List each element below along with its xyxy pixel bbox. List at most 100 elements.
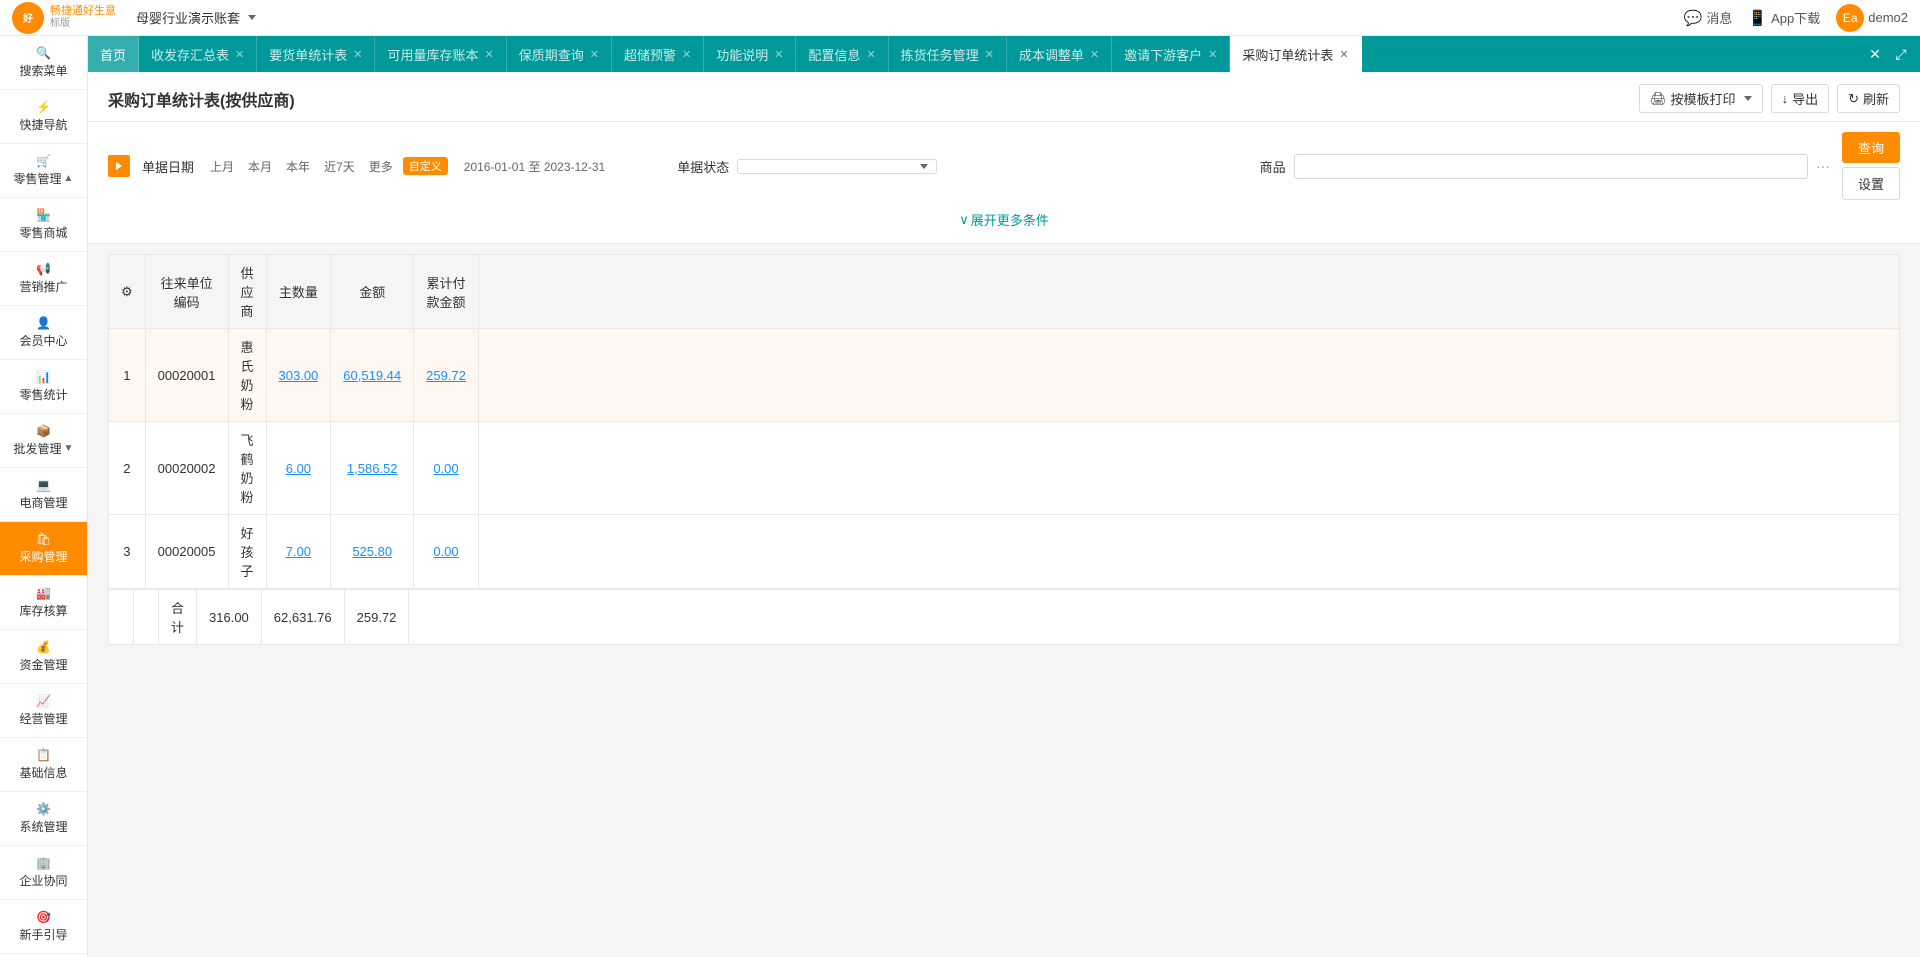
tab-pick-task-label: 拣货任务管理 [901, 45, 979, 64]
tab-invite-downstream-close[interactable]: ✕ [1208, 48, 1217, 61]
sidebar-item-operations[interactable]: 📈 经营管理 [0, 684, 87, 738]
row2-qty[interactable]: 6.00 [266, 422, 331, 515]
template-print-button[interactable]: 🖨 按模板打印 [1639, 84, 1763, 113]
query-button[interactable]: 查询 [1842, 132, 1900, 163]
table-col-qty: 主数量 [266, 255, 331, 329]
tab-order-stat-label: 要货单统计表 [269, 45, 347, 64]
row3-amount[interactable]: 525.80 [331, 515, 414, 589]
table-row: 1 00020001 惠氏奶粉 303.00 60,519.44 259.72 [109, 329, 1900, 422]
sidebar-item-system[interactable]: ⚙️ 系统管理 [0, 792, 87, 846]
goods-input-more-icon[interactable]: ··· [1816, 158, 1830, 174]
sidebar: 🔍 搜索菜单 ⚡ 快捷导航 🛒 零售管理 ▲ 🏪 零售商城 📢 营销推广 👤 会… [0, 36, 88, 957]
refresh-button[interactable]: ↻ 刷新 [1837, 84, 1900, 113]
expand-filters-button[interactable]: ∨ 展开更多条件 [108, 206, 1900, 233]
table-area: ⚙ 往来单位编码 供应商 主数量 金额 累计付款金额 1 00020001 [88, 244, 1920, 957]
row3-qty[interactable]: 7.00 [266, 515, 331, 589]
tab-receive-pay[interactable]: 收发存汇总表 ✕ [139, 36, 257, 72]
tab-pick-task[interactable]: 拣货任务管理 ✕ [889, 36, 1007, 72]
table-col-code: 往来单位编码 [145, 255, 228, 329]
row1-supplier: 惠氏奶粉 [228, 329, 266, 422]
row1-amount[interactable]: 60,519.44 [331, 329, 414, 422]
tab-invite-downstream-label: 邀请下游客户 [1124, 45, 1202, 64]
table-col-supplier: 供应商 [228, 255, 266, 329]
tab-function-desc-close[interactable]: ✕ [774, 48, 783, 61]
filter-toggle-button[interactable] [108, 155, 130, 177]
row2-amount[interactable]: 1,586.52 [331, 422, 414, 515]
tab-home[interactable]: 首页 [88, 36, 139, 72]
tab-cost-adjust-close[interactable]: ✕ [1090, 48, 1099, 61]
sidebar-item-newbie[interactable]: 🎯 新手引导 [0, 900, 87, 954]
sidebar-item-retail-stat[interactable]: 📊 零售统计 [0, 360, 87, 414]
row1-paid[interactable]: 259.72 [414, 329, 479, 422]
tab-function-desc[interactable]: 功能说明 ✕ [704, 36, 796, 72]
sidebar-item-ecommerce[interactable]: 💻 电商管理 [0, 468, 87, 522]
row1-qty[interactable]: 303.00 [266, 329, 331, 422]
footer-empty-2 [134, 590, 159, 645]
tab-available-inventory-close[interactable]: ✕ [485, 48, 494, 61]
tab-close-all-button[interactable]: ✕ [1864, 43, 1886, 65]
sidebar-item-member[interactable]: 👤 会员中心 [0, 306, 87, 360]
tab-purchase-stat-close[interactable]: ✕ [1339, 48, 1348, 61]
table-row: 3 00020005 好孩子 7.00 525.80 0.00 [109, 515, 1900, 589]
table-col-gear[interactable]: ⚙ [109, 255, 146, 329]
goods-input[interactable] [1294, 154, 1808, 179]
settings-button[interactable]: 设置 [1842, 167, 1900, 200]
tab-order-stat[interactable]: 要货单统计表 ✕ [257, 36, 375, 72]
print-icon: 🖨 [1650, 91, 1667, 107]
tab-validity-query[interactable]: 保质期查询 ✕ [507, 36, 612, 72]
row2-code: 00020002 [145, 422, 228, 515]
export-button[interactable]: ↓ 导出 [1771, 84, 1830, 113]
sidebar-item-purchase[interactable]: 🛍 采购管理 [0, 522, 87, 576]
tab-receive-pay-label: 收发存汇总表 [151, 45, 229, 64]
row1-code: 00020001 [145, 329, 228, 422]
tab-order-stat-close[interactable]: ✕ [353, 48, 362, 61]
sidebar-item-inventory[interactable]: 🏭 库存核算 [0, 576, 87, 630]
shortcut-7days[interactable]: 近7天 [320, 157, 359, 176]
sidebar-item-retail[interactable]: 🛒 零售管理 ▲ [0, 144, 87, 198]
tab-cost-adjust[interactable]: 成本调整单 ✕ [1007, 36, 1112, 72]
sidebar-item-basic[interactable]: 📋 基础信息 [0, 738, 87, 792]
shortcut-last-month[interactable]: 上月 [206, 157, 238, 176]
messages-button[interactable]: 💬 消息 [1684, 8, 1733, 27]
tab-restore-button[interactable]: ⤢ [1890, 43, 1912, 65]
shortcut-this-year[interactable]: 本年 [282, 157, 314, 176]
custom-date-tag[interactable]: 自定义 [403, 157, 448, 175]
sidebar-item-shortcut[interactable]: ⚡ 快捷导航 [0, 90, 87, 144]
shop-icon: 🏪 [36, 208, 51, 222]
row3-paid[interactable]: 0.00 [414, 515, 479, 589]
tab-overstock-warning[interactable]: 超储预警 ✕ [612, 36, 704, 72]
sidebar-item-search[interactable]: 🔍 搜索菜单 [0, 36, 87, 90]
sidebar-item-marketing[interactable]: 📢 营销推广 [0, 252, 87, 306]
row3-code: 00020005 [145, 515, 228, 589]
sidebar-item-finance[interactable]: 💰 资金管理 [0, 630, 87, 684]
app-download-button[interactable]: 📱 App下载 [1748, 8, 1820, 27]
sidebar-item-wholesale[interactable]: 📦 批发管理 ▼ [0, 414, 87, 468]
tab-receive-pay-close[interactable]: ✕ [235, 48, 244, 61]
shortcut-more[interactable]: 更多 [365, 157, 397, 176]
tab-home-label: 首页 [100, 45, 126, 64]
tab-invite-downstream[interactable]: 邀请下游客户 ✕ [1112, 36, 1230, 72]
filter-toggle-icon [116, 162, 122, 170]
tab-overstock-warning-close[interactable]: ✕ [682, 48, 691, 61]
tab-available-inventory[interactable]: 可用量库存账本 ✕ [375, 36, 506, 72]
workspace-selector[interactable]: 母婴行业演示账套 [136, 8, 256, 27]
tab-config-info-label: 配置信息 [808, 45, 860, 64]
search-icon: 🔍 [36, 46, 51, 60]
logo-text: 畅捷通好生意 标版 [50, 5, 116, 30]
tab-config-info[interactable]: 配置信息 ✕ [796, 36, 888, 72]
tab-purchase-stat[interactable]: 采购订单统计表 ✕ [1230, 36, 1361, 72]
user-profile[interactable]: Ea demo2 [1836, 4, 1908, 32]
row2-paid[interactable]: 0.00 [414, 422, 479, 515]
tab-pick-task-close[interactable]: ✕ [985, 48, 994, 61]
tab-config-info-close[interactable]: ✕ [866, 48, 875, 61]
retail-stat-icon: 📊 [36, 370, 51, 384]
tab-validity-query-close[interactable]: ✕ [590, 48, 599, 61]
retail-expand-icon: ▲ [64, 173, 74, 184]
sidebar-item-retail-shop[interactable]: 🏪 零售商城 [0, 198, 87, 252]
shortcut-this-month[interactable]: 本月 [244, 157, 276, 176]
status-select[interactable] [737, 159, 937, 174]
workspace-name: 母婴行业演示账套 [136, 8, 240, 27]
sidebar-item-enterprise[interactable]: 🏢 企业协同 [0, 846, 87, 900]
inventory-icon: 🏭 [36, 586, 51, 600]
table-col-paid: 累计付款金额 [414, 255, 479, 329]
